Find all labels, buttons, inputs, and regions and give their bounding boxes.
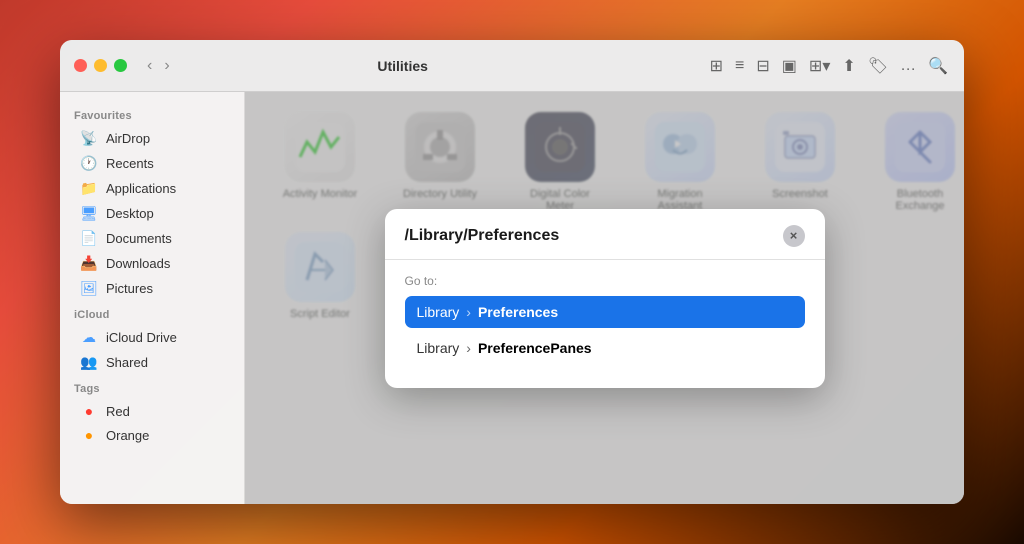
desktop-icon: 🖥 <box>80 205 98 222</box>
suggestion-library-preferencepanes[interactable]: Library › PreferencePanes <box>405 332 805 364</box>
red-label: Red <box>106 404 130 419</box>
group-icon[interactable]: ⊞▾ <box>807 54 832 78</box>
sidebar-item-pictures[interactable]: 🖼 Pictures <box>66 276 238 301</box>
shared-icon: 👥 <box>80 354 98 371</box>
column-view-icon[interactable]: ⊟ <box>754 54 771 78</box>
modal-body: Go to: Library › Preferences Library › P… <box>385 260 825 388</box>
suggestion-path-preferences: Preferences <box>478 304 558 320</box>
sidebar: Favourites 📡 AirDrop 🕐 Recents 📁 Applica… <box>60 92 245 504</box>
file-area: Activity Monitor Directory Utility <box>245 92 964 504</box>
sidebar-item-recents[interactable]: 🕐 Recents <box>66 151 238 176</box>
cover-view-icon[interactable]: ▣ <box>780 54 799 78</box>
applications-label: Applications <box>106 181 176 196</box>
window-title: Utilities <box>108 58 698 74</box>
close-button[interactable] <box>74 59 87 72</box>
suggestion-path-library-2: Library <box>417 340 460 356</box>
modal-overlay: /Library/Preferences × Go to: Library › … <box>245 92 964 504</box>
icloud-drive-label: iCloud Drive <box>106 330 177 345</box>
downloads-label: Downloads <box>106 256 170 271</box>
sidebar-item-icloud-drive[interactable]: ☁ iCloud Drive <box>66 325 238 350</box>
downloads-icon: 📥 <box>80 255 98 272</box>
finder-window: ‹ › Utilities ⊞ ≡ ⊟ ▣ ⊞▾ ⬆ 🏷 … 🔍 Favouri… <box>60 40 964 504</box>
airdrop-label: AirDrop <box>106 131 150 146</box>
path-separator-2: › <box>466 340 471 356</box>
documents-label: Documents <box>106 231 172 246</box>
grid-view-icon[interactable]: ⊞ <box>708 54 725 78</box>
modal-title: /Library/Preferences <box>405 227 560 245</box>
recents-icon: 🕐 <box>80 155 98 172</box>
sidebar-item-downloads[interactable]: 📥 Downloads <box>66 251 238 276</box>
sidebar-item-airdrop[interactable]: 📡 AirDrop <box>66 126 238 151</box>
desktop-label: Desktop <box>106 206 154 221</box>
airdrop-icon: 📡 <box>80 130 98 147</box>
red-tag-icon: ● <box>80 403 98 419</box>
pictures-label: Pictures <box>106 281 153 296</box>
orange-tag-icon: ● <box>80 427 98 443</box>
documents-icon: 📄 <box>80 230 98 247</box>
favourites-section-title: Favourites <box>60 102 244 126</box>
icloud-drive-icon: ☁ <box>80 329 98 346</box>
suggestion-path-library-1: Library <box>417 304 460 320</box>
goto-modal: /Library/Preferences × Go to: Library › … <box>385 209 825 388</box>
goto-label: Go to: <box>405 274 805 288</box>
shared-label: Shared <box>106 355 148 370</box>
sidebar-item-red[interactable]: ● Red <box>66 399 238 423</box>
more-icon[interactable]: … <box>898 55 918 77</box>
sidebar-item-documents[interactable]: 📄 Documents <box>66 226 238 251</box>
modal-close-button[interactable]: × <box>783 225 805 247</box>
list-view-icon[interactable]: ≡ <box>733 55 746 77</box>
toolbar-icons: ⊞ ≡ ⊟ ▣ ⊞▾ ⬆ 🏷 … 🔍 <box>708 54 950 78</box>
recents-label: Recents <box>106 156 154 171</box>
minimize-button[interactable] <box>94 59 107 72</box>
suggestion-path-preferencepanes: PreferencePanes <box>478 340 592 356</box>
sidebar-item-orange[interactable]: ● Orange <box>66 423 238 447</box>
search-icon[interactable]: 🔍 <box>926 54 950 78</box>
toolbar: ‹ › Utilities ⊞ ≡ ⊟ ▣ ⊞▾ ⬆ 🏷 … 🔍 <box>60 40 964 92</box>
suggestion-library-preferences[interactable]: Library › Preferences <box>405 296 805 328</box>
applications-icon: 📁 <box>80 180 98 197</box>
orange-label: Orange <box>106 428 149 443</box>
tag-icon[interactable]: 🏷 <box>866 54 890 78</box>
tags-section-title: Tags <box>60 375 244 399</box>
sidebar-item-applications[interactable]: 📁 Applications <box>66 176 238 201</box>
share-icon[interactable]: ⬆ <box>840 54 857 78</box>
sidebar-item-shared[interactable]: 👥 Shared <box>66 350 238 375</box>
modal-title-bar: /Library/Preferences × <box>385 209 825 260</box>
path-separator-1: › <box>466 304 471 320</box>
sidebar-item-desktop[interactable]: 🖥 Desktop <box>66 201 238 226</box>
icloud-section-title: iCloud <box>60 301 244 325</box>
pictures-icon: 🖼 <box>80 280 98 297</box>
content-area: Favourites 📡 AirDrop 🕐 Recents 📁 Applica… <box>60 92 964 504</box>
